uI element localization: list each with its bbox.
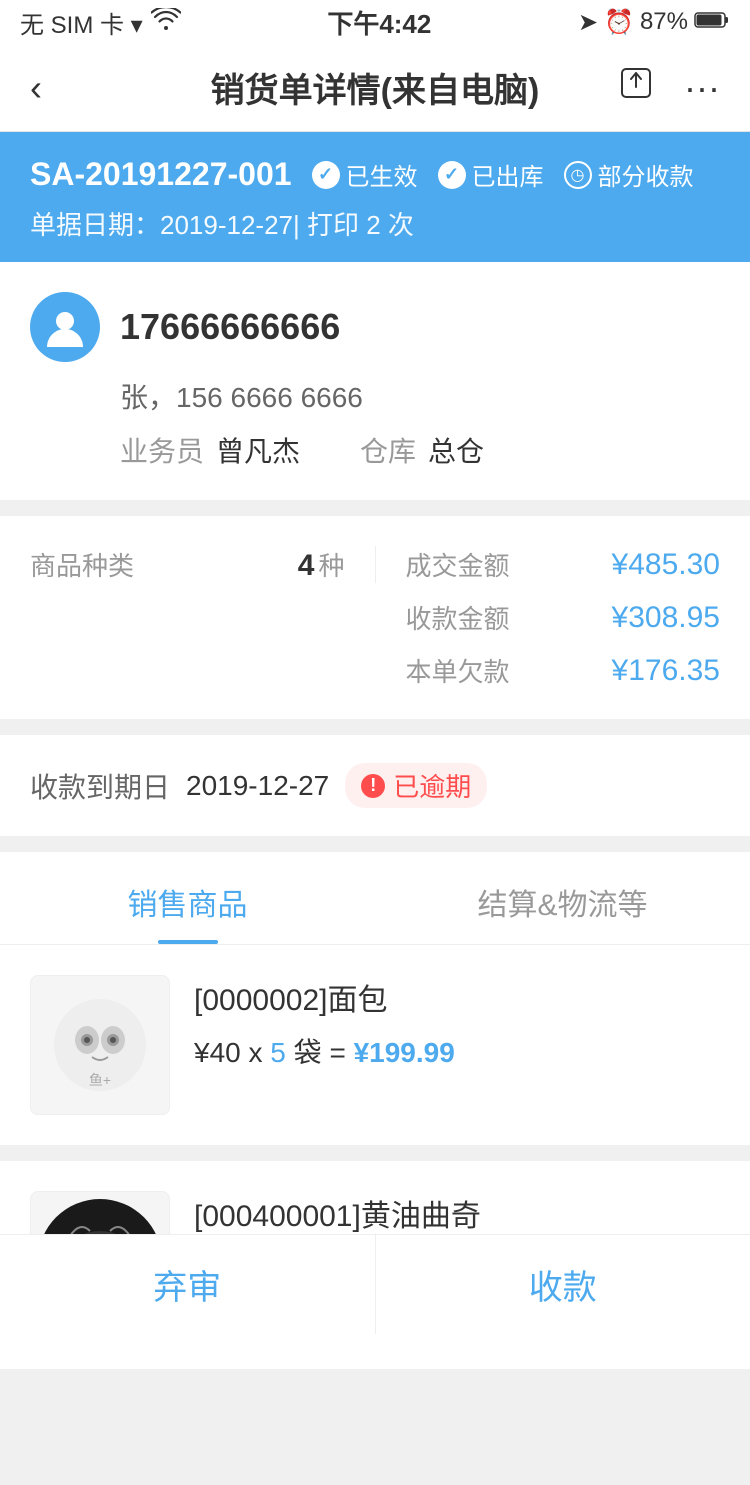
header-date: 单据日期：2019-12-27| 打印 2 次 xyxy=(30,205,720,242)
current-time: 下午4:42 xyxy=(327,4,431,41)
product-qty-1: 5 xyxy=(270,1037,286,1068)
status-left: 无 SIM 卡 ▾ xyxy=(20,5,181,40)
clock-icon: ◷ xyxy=(564,161,592,189)
order-row: SA-20191227-001 ✓ 已生效 ✓ 已出库 ◷ 部分收款 xyxy=(30,156,720,193)
more-icon[interactable]: ··· xyxy=(684,67,720,109)
amount-row: 成交金额 ¥485.30 xyxy=(406,546,721,583)
status-partial-text: 部分收款 xyxy=(598,157,694,192)
reject-button[interactable]: 弃审 xyxy=(0,1235,376,1334)
received-row: 收款金额 ¥308.95 xyxy=(406,599,721,636)
status-shipped-text: 已出库 xyxy=(472,157,544,192)
overdue-dot-icon: ! xyxy=(361,774,385,798)
amount-value: ¥485.30 xyxy=(612,548,720,582)
tab-settlement-label: 结算&物流等 xyxy=(477,889,647,922)
debt-value: ¥176.35 xyxy=(612,654,720,688)
due-date-value: 2019-12-27 xyxy=(186,770,329,802)
product-unit-1: 袋 xyxy=(294,1037,322,1068)
bottom-bar: 弃审 收款 xyxy=(0,1234,750,1334)
tab-sales-label: 销售商品 xyxy=(128,889,248,922)
warehouse-label: 仓库 xyxy=(360,430,416,470)
header-banner: SA-20191227-001 ✓ 已生效 ✓ 已出库 ◷ 部分收款 单据日期：… xyxy=(0,132,750,262)
received-value: ¥308.95 xyxy=(612,601,720,635)
alarm-icon: ⏰ xyxy=(604,8,634,37)
stats-section: 商品种类 4种 成交金额 ¥485.30 收款金额 ¥308.95 本单欠款 ¥… xyxy=(0,516,750,719)
tab-settlement[interactable]: 结算&物流等 xyxy=(375,852,750,944)
svg-text:鱼+: 鱼+ xyxy=(89,1072,111,1088)
product-price-1: ¥40 xyxy=(194,1037,241,1068)
list-item: 鱼+ [0000002]面包 ¥40 x 5 袋 = ¥199.99 xyxy=(0,945,750,1145)
salesperson-item: 业务员 曾凡杰 xyxy=(120,430,300,470)
overdue-badge: ! 已逾期 xyxy=(345,763,487,808)
nav-actions: ··· xyxy=(618,65,720,110)
back-button[interactable]: ‹ xyxy=(30,67,42,109)
product-multiply-1: x xyxy=(249,1037,271,1068)
avatar xyxy=(30,292,100,362)
tabs-section: 销售商品 结算&物流等 xyxy=(0,852,750,945)
check-icon-effective: ✓ xyxy=(312,161,340,189)
tab-sales-products[interactable]: 销售商品 xyxy=(0,852,375,944)
types-row: 商品种类 4种 xyxy=(30,546,345,583)
status-bar: 无 SIM 卡 ▾ 下午4:42 ➤ ⏰ 87% xyxy=(0,0,750,44)
status-badge-shipped: ✓ 已出库 xyxy=(438,157,544,192)
nav-bar: ‹ 销货单详情(来自电脑) ··· xyxy=(0,44,750,132)
types-label: 商品种类 xyxy=(30,546,134,583)
battery-icon xyxy=(694,8,730,36)
warehouse-value: 总仓 xyxy=(428,430,484,470)
debt-label: 本单欠款 xyxy=(406,652,510,689)
customer-meta: 业务员 曾凡杰 仓库 总仓 xyxy=(30,430,720,470)
salesperson-label: 业务员 xyxy=(120,430,204,470)
customer-section: 17666666666 张，156 6666 6666 业务员 曾凡杰 仓库 总… xyxy=(0,262,750,500)
product-info-1: [0000002]面包 ¥40 x 5 袋 = ¥199.99 xyxy=(194,975,720,1071)
collect-button[interactable]: 收款 xyxy=(376,1235,750,1334)
customer-row: 17666666666 xyxy=(30,292,720,362)
product-name-1: [0000002]面包 xyxy=(194,975,720,1019)
check-icon-shipped: ✓ xyxy=(438,161,466,189)
status-badge-partial: ◷ 部分收款 xyxy=(564,157,694,192)
stats-right: 成交金额 ¥485.30 收款金额 ¥308.95 本单欠款 ¥176.35 xyxy=(376,546,721,689)
date-label: 单据日期： xyxy=(30,210,160,240)
status-effective-text: 已生效 xyxy=(346,157,418,192)
customer-name-phone: 张，156 6666 6666 xyxy=(30,376,720,416)
order-date: 2019-12-27 xyxy=(160,210,293,240)
share-icon[interactable] xyxy=(618,65,654,110)
amount-label: 成交金额 xyxy=(406,546,510,583)
location-icon: ➤ xyxy=(578,8,598,37)
battery-text: 87% xyxy=(640,8,688,36)
product-total-1: ¥199.99 xyxy=(354,1037,455,1068)
overdue-text: 已逾期 xyxy=(393,767,471,804)
customer-id: 17666666666 xyxy=(120,306,340,348)
product-image-1: 鱼+ xyxy=(30,975,170,1115)
wifi-icon xyxy=(151,8,181,37)
warehouse-item: 仓库 总仓 xyxy=(360,430,484,470)
sim-text: 无 SIM 卡 ▾ xyxy=(20,5,143,40)
salesperson-value: 曾凡杰 xyxy=(216,430,300,470)
received-label: 收款金额 xyxy=(406,599,510,636)
due-section: 收款到期日 2019-12-27 ! 已逾期 xyxy=(0,735,750,836)
product-equals-1: = xyxy=(329,1037,353,1068)
stats-left: 商品种类 4种 xyxy=(30,546,376,583)
order-number: SA-20191227-001 xyxy=(30,156,292,193)
product-price-row-1: ¥40 x 5 袋 = ¥199.99 xyxy=(194,1031,720,1071)
status-right: ➤ ⏰ 87% xyxy=(578,8,730,37)
debt-row: 本单欠款 ¥176.35 xyxy=(406,652,721,689)
page-title: 销货单详情(来自电脑) xyxy=(211,63,540,112)
product-name-2: [000400001]黄油曲奇 xyxy=(194,1191,720,1235)
types-unit: 种 xyxy=(318,551,344,581)
types-count: 4 xyxy=(298,549,315,582)
status-badge-effective: ✓ 已生效 xyxy=(312,157,418,192)
print-info: | 打印 2 次 xyxy=(293,210,414,240)
due-label: 收款到期日 xyxy=(30,766,170,806)
